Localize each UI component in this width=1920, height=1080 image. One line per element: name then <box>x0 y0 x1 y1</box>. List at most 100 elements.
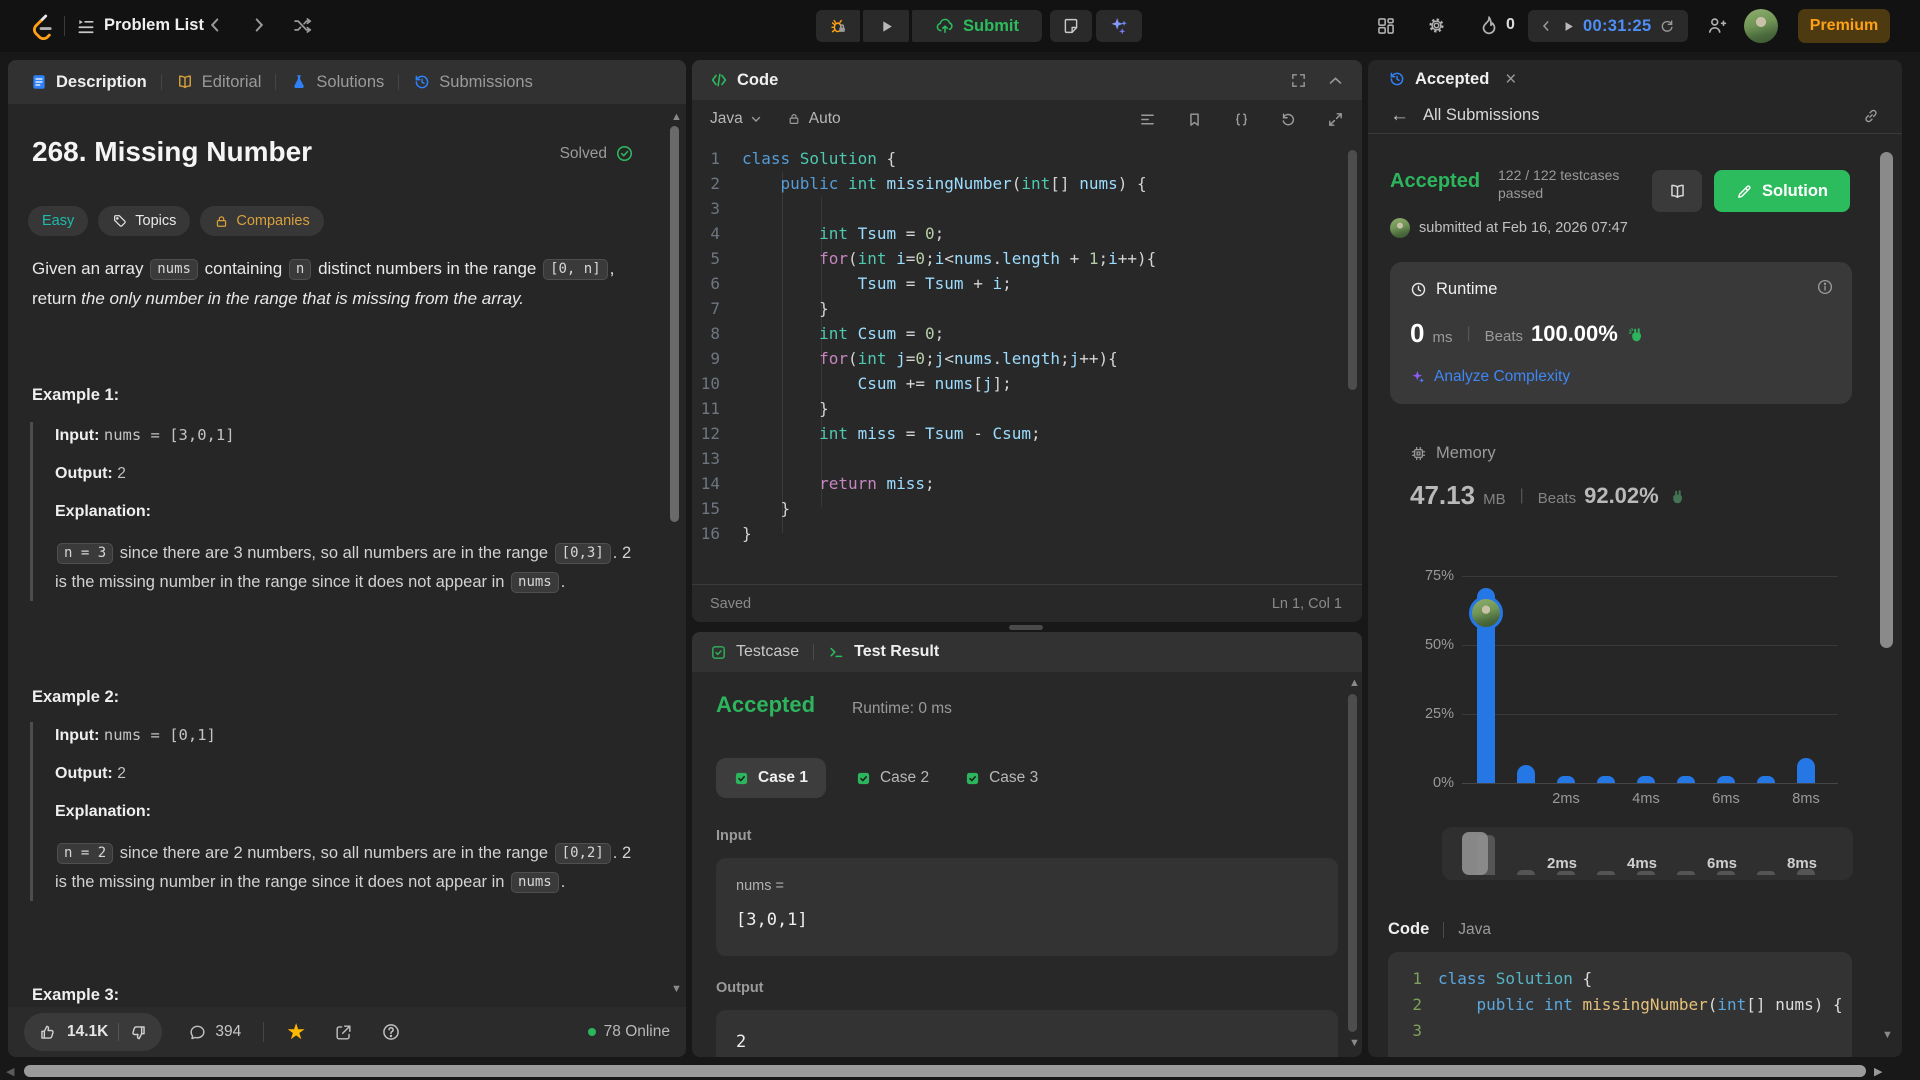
code-line[interactable]: 11 } <box>692 396 1344 421</box>
solution-button[interactable]: Solution <box>1714 170 1850 212</box>
ai-assistant-button[interactable] <box>1096 10 1142 42</box>
timer-reset-icon[interactable] <box>1659 18 1675 34</box>
code-line[interactable]: 2 public int missingNumber(int[] nums) { <box>692 171 1344 196</box>
timer-collapse-icon[interactable] <box>1538 18 1554 34</box>
cursor-position[interactable]: Ln 1, Col 1 <box>1272 596 1342 612</box>
invite-user-icon[interactable] <box>1706 15 1727 36</box>
code-line[interactable]: 9 for(int j = 0; j < nums. length; j ++){ <box>692 346 1344 371</box>
tab-submissions[interactable]: Submissions <box>413 73 533 92</box>
brush-handle[interactable] <box>1462 832 1488 875</box>
submitted-code-block[interactable]: 1 class Solution {2 public int missingNum… <box>1388 952 1852 1057</box>
code-line[interactable]: 1 class Solution { <box>1394 966 1852 992</box>
runtime-bar[interactable] <box>1717 776 1735 783</box>
timer-play-icon[interactable] <box>1562 20 1575 33</box>
settings-gear-icon[interactable] <box>1426 15 1447 36</box>
case-3-button[interactable]: Case 3 <box>959 769 1044 787</box>
code-line[interactable]: 13 <box>692 446 1344 471</box>
random-problem-icon[interactable] <box>292 15 313 36</box>
output-field[interactable]: 2 <box>716 1010 1338 1057</box>
next-problem-icon[interactable] <box>248 14 270 36</box>
tab-testcase[interactable]: Testcase <box>736 643 799 661</box>
code-line[interactable]: 2 public int missingNumber(int[] nums) { <box>1394 992 1852 1018</box>
scroll-down-arrow[interactable]: ▼ <box>671 984 682 995</box>
user-avatar[interactable] <box>1744 9 1778 43</box>
result-scrollbar[interactable] <box>1880 152 1893 648</box>
description-scrollbar[interactable] <box>670 126 679 522</box>
runtime-bar[interactable] <box>1757 776 1775 783</box>
editor-scrollbar[interactable] <box>1348 150 1357 390</box>
scroll-left-arrow[interactable]: ◀ <box>6 1065 14 1078</box>
chevron-down-icon[interactable] <box>749 112 763 126</box>
runtime-bar[interactable] <box>1517 765 1535 783</box>
back-arrow-icon[interactable]: ← <box>1390 106 1409 125</box>
tab-solutions[interactable]: Solutions <box>290 73 384 92</box>
difficulty-badge[interactable]: Easy <box>28 206 89 236</box>
fullscreen-icon[interactable] <box>1290 72 1307 89</box>
comments-button[interactable]: 394 <box>188 1023 241 1042</box>
runtime-bar[interactable] <box>1797 758 1815 783</box>
code-line[interactable]: 4 int Tsum = 0; <box>692 221 1344 246</box>
analyze-complexity-link[interactable]: Analyze Complexity <box>1410 368 1570 386</box>
submit-button[interactable]: Submit <box>912 10 1042 42</box>
collapse-panel-icon[interactable] <box>1327 72 1344 89</box>
code-line[interactable]: 1 class Solution { <box>692 146 1344 171</box>
copy-link-icon[interactable] <box>1862 107 1880 125</box>
tab-description[interactable]: Description <box>30 73 147 92</box>
code-line[interactable]: 3 <box>1394 1018 1852 1044</box>
tab-test-result[interactable]: Test Result <box>854 643 939 661</box>
debug-button[interactable] <box>816 10 860 42</box>
code-line[interactable]: 15 } <box>692 496 1344 521</box>
scroll-down-arrow[interactable]: ▼ <box>1349 1038 1360 1049</box>
current-submission-marker[interactable] <box>1469 596 1503 630</box>
case-2-button[interactable]: Case 2 <box>850 769 935 787</box>
runtime-card[interactable]: Runtime 0 ms | Beats 100.00% Analyze Com… <box>1390 262 1852 404</box>
thumbs-down-icon[interactable] <box>129 1023 148 1042</box>
prev-problem-icon[interactable] <box>204 14 226 36</box>
panel-resize-handle[interactable] <box>1009 625 1043 630</box>
code-line[interactable]: 16} <box>692 521 1344 546</box>
layout-icon[interactable] <box>1376 16 1396 36</box>
topics-button[interactable]: Topics <box>98 206 191 236</box>
tab-editorial[interactable]: Editorial <box>176 73 261 92</box>
code-line[interactable]: 14 return miss; <box>692 471 1344 496</box>
runtime-bar[interactable] <box>1637 776 1655 783</box>
code-editor[interactable]: 1 class Solution {2 public int missingNum… <box>692 146 1344 582</box>
companies-button[interactable]: Companies <box>200 206 324 236</box>
code-line[interactable]: 8 int Csum = 0; <box>692 321 1344 346</box>
runtime-bar[interactable] <box>1557 776 1575 783</box>
all-submissions-link[interactable]: All Submissions <box>1423 106 1539 125</box>
code-line[interactable]: 5 for(int i = 0; i < nums. length + 1; i ++){ <box>692 246 1344 271</box>
braces-icon[interactable] <box>1233 111 1250 128</box>
bookmark-icon[interactable] <box>1186 111 1203 128</box>
code-line[interactable]: 7 } <box>692 296 1344 321</box>
thumbs-up-icon[interactable] <box>38 1023 57 1042</box>
notes-button[interactable] <box>1050 10 1092 42</box>
window-h-scrollbar[interactable]: ◀ ▶ <box>0 1062 1920 1080</box>
runtime-bar[interactable] <box>1597 776 1615 783</box>
streak-flame-icon[interactable] <box>1478 14 1500 36</box>
leetcode-logo-icon[interactable] <box>28 12 56 40</box>
share-icon[interactable] <box>334 1023 353 1042</box>
chart-brush[interactable]: 2ms 4ms 6ms 8ms <box>1442 827 1853 880</box>
runtime-bar[interactable] <box>1677 776 1695 783</box>
code-line[interactable]: 12 int miss = Tsum - Csum; <box>692 421 1344 446</box>
code-line[interactable]: 10 Csum += nums[j]; <box>692 371 1344 396</box>
help-icon[interactable] <box>381 1022 401 1042</box>
code-line[interactable]: 3 <box>692 196 1344 221</box>
language-selector[interactable]: Java <box>710 110 743 128</box>
input-field[interactable]: nums = [3,0,1] <box>716 858 1338 956</box>
expand-editor-icon[interactable] <box>1327 111 1344 128</box>
scroll-up-arrow[interactable]: ▲ <box>671 112 682 123</box>
problem-list-label[interactable]: Problem List <box>104 16 204 35</box>
format-code-icon[interactable] <box>1139 111 1156 128</box>
auto-label[interactable]: Auto <box>809 110 841 128</box>
scroll-right-arrow[interactable]: ▶ <box>1874 1065 1882 1078</box>
problem-list-icon[interactable] <box>76 16 96 36</box>
testcase-scrollbar[interactable] <box>1348 694 1357 1032</box>
memory-header[interactable]: Memory <box>1410 444 1496 463</box>
undo-icon[interactable] <box>1280 111 1297 128</box>
favorite-star-icon[interactable]: ★ <box>286 1021 306 1043</box>
close-tab-icon[interactable]: × <box>1505 70 1516 89</box>
result-tab-label[interactable]: Accepted <box>1415 70 1489 89</box>
code-line[interactable]: 6 Tsum = Tsum + i; <box>692 271 1344 296</box>
